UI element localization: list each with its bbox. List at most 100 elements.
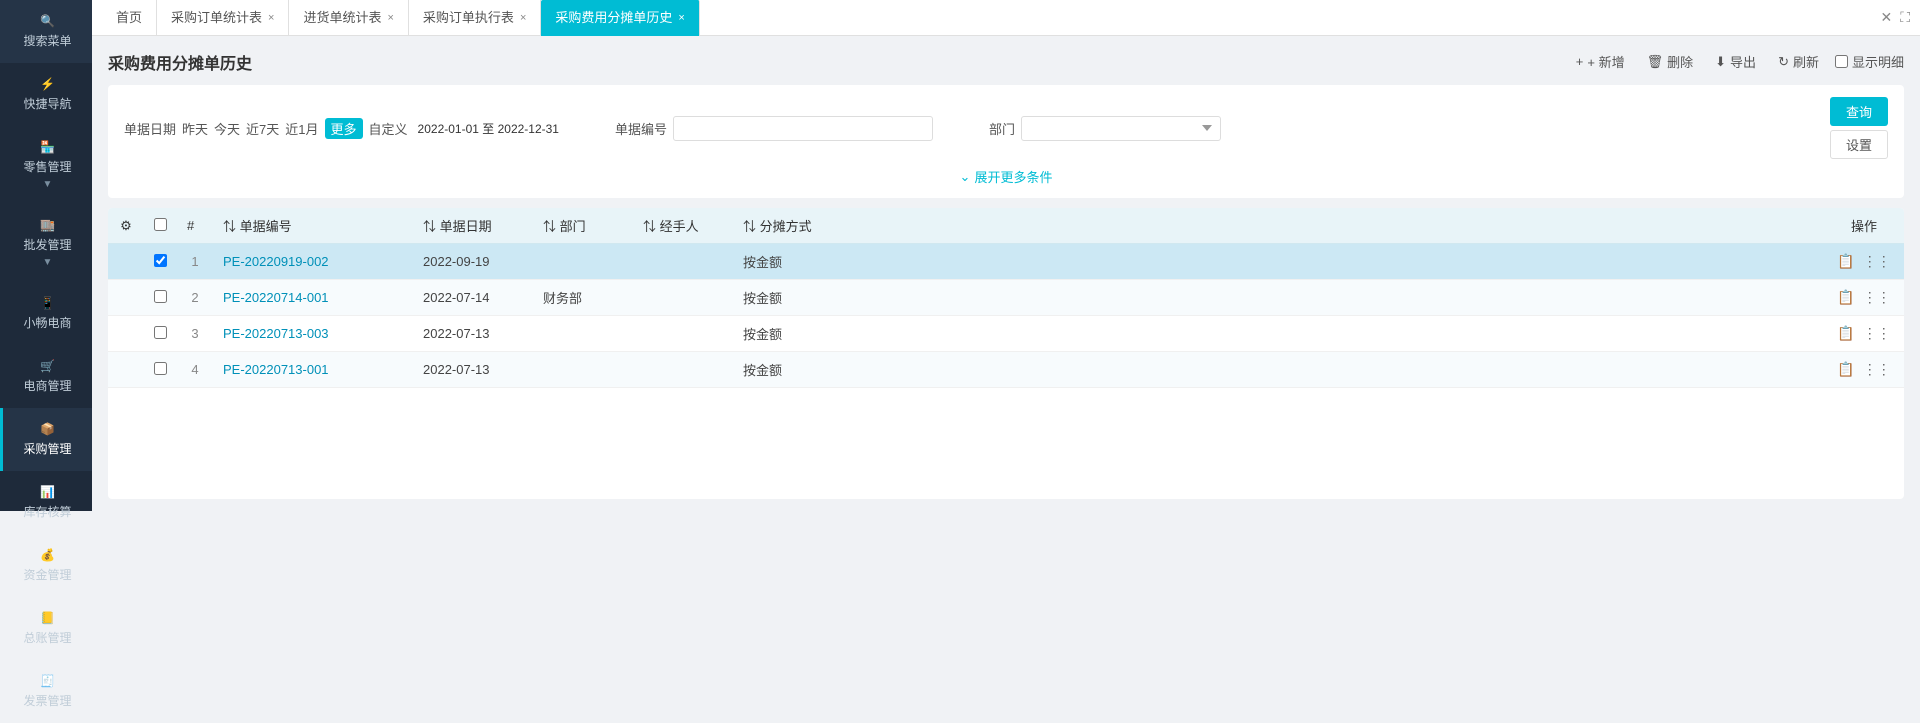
row-4-checkbox[interactable] — [154, 362, 167, 375]
row-3-checkbox[interactable] — [154, 326, 167, 339]
expand-button[interactable]: ⌄ 展开更多条件 — [960, 167, 1053, 186]
row-2-date: 2022-07-14 — [413, 280, 533, 316]
row-2-dept: 财务部 — [533, 280, 633, 316]
query-button[interactable]: 查询 — [1830, 97, 1888, 126]
filter-row-expand: ⌄ 展开更多条件 — [124, 167, 1888, 186]
row-3-num: 3 — [177, 316, 213, 352]
refresh-button[interactable]: ↻ 刷新 — [1772, 48, 1825, 75]
th-doc-no[interactable]: ⇅ 单据编号 — [213, 208, 413, 244]
row-3-doc-link[interactable]: PE-20220713-003 — [223, 326, 329, 341]
sort-icon-date: ⇅ — [423, 219, 436, 234]
date-shortcut-yesterday[interactable]: 昨天 — [182, 119, 208, 138]
close-tab-4[interactable]: × — [678, 0, 684, 36]
row-3-more-icon[interactable]: ⋮⋮ — [1863, 325, 1891, 342]
header-actions: + + 新增 🗑 删除 ⬇ 导出 ↻ 刷新 显示明细 — [1570, 48, 1904, 75]
row-1-edit-icon[interactable]: 📋 — [1837, 253, 1854, 270]
query-setting-area: 查询 设置 — [1830, 97, 1888, 159]
close-window-icon[interactable]: ✕ — [1880, 9, 1892, 26]
date-shortcut-custom[interactable]: 自定义 — [369, 119, 408, 138]
tab-home[interactable]: 首页 — [102, 0, 157, 36]
settings-button[interactable]: 设置 — [1830, 130, 1888, 159]
date-shortcuts: 昨天 今天 近7天 近1月 更多 自定义 — [182, 118, 408, 139]
sort-icon-doc: ⇅ — [223, 219, 236, 234]
close-tab-3[interactable]: × — [520, 0, 526, 36]
row-1-more-icon[interactable]: ⋮⋮ — [1863, 253, 1891, 270]
tab-purchase-exec[interactable]: 采购订单执行表 × — [409, 0, 541, 36]
show-columns-input[interactable] — [1835, 55, 1848, 68]
add-button[interactable]: + + 新增 — [1570, 48, 1631, 75]
row-1-date: 2022-09-19 — [413, 244, 533, 280]
filter-dept: 部门 财务部 — [989, 116, 1221, 141]
row-2-more-icon[interactable]: ⋮⋮ — [1863, 289, 1891, 306]
row-1-method: 按金额 — [733, 244, 1824, 280]
dept-label: 部门 — [989, 119, 1015, 138]
tab-inbound-stats[interactable]: 进货单统计表 × — [289, 0, 408, 36]
row-2-method: 按金额 — [733, 280, 1824, 316]
row-2-handler — [633, 280, 733, 316]
table-row: 4 PE-20220713-001 2022-07-13 按金额 📋 ⋮⋮ — [108, 352, 1904, 388]
close-tab-2[interactable]: × — [387, 0, 393, 36]
sidebar-item-ecom-small[interactable]: 📱 小畅电商 — [0, 282, 92, 345]
row-4-num: 4 — [177, 352, 213, 388]
th-date[interactable]: ⇅ 单据日期 — [413, 208, 533, 244]
row-1-handler — [633, 244, 733, 280]
sidebar-item-search[interactable]: 🔍 搜索菜单 — [0, 0, 92, 63]
table-row: 3 PE-20220713-003 2022-07-13 按金额 📋 ⋮⋮ — [108, 316, 1904, 352]
sidebar-item-inventory[interactable]: 📊 库存核算 — [0, 471, 92, 534]
sidebar-item-nav[interactable]: ⚡ 快捷导航 — [0, 63, 92, 126]
sidebar: 🔍 搜索菜单 ⚡ 快捷导航 🏪 零售管理 ▼ 🏬 批发管理 ▼ 📱 小畅电商 🛒… — [0, 0, 92, 511]
close-tab-1[interactable]: × — [268, 0, 274, 36]
date-shortcut-1month[interactable]: 近1月 — [285, 119, 318, 138]
row-4-edit-icon[interactable]: 📋 — [1837, 361, 1854, 378]
row-2-num: 2 — [177, 280, 213, 316]
th-dept[interactable]: ⇅ 部门 — [533, 208, 633, 244]
maximize-icon[interactable]: ⛶ — [1900, 9, 1910, 26]
sort-icon-method: ⇅ — [743, 219, 756, 234]
th-handler[interactable]: ⇅ 经手人 — [633, 208, 733, 244]
row-1-checkbox[interactable] — [154, 254, 167, 267]
sidebar-item-purchase[interactable]: 📦 采购管理 — [0, 408, 92, 471]
row-2-edit-icon[interactable]: 📋 — [1837, 289, 1854, 306]
date-shortcut-today[interactable]: 今天 — [214, 119, 240, 138]
th-check — [144, 208, 177, 244]
dept-select[interactable]: 财务部 — [1021, 116, 1221, 141]
show-columns-checkbox[interactable]: 显示明细 — [1835, 52, 1904, 71]
row-1-doc-link[interactable]: PE-20220919-002 — [223, 254, 329, 269]
row-4-doc-link[interactable]: PE-20220713-001 — [223, 362, 329, 377]
purchase-icon: 📦 — [40, 422, 55, 436]
page-content: 采购费用分摊单历史 + + 新增 🗑 删除 ⬇ 导出 ↻ 刷新 — [92, 36, 1920, 511]
tab-cost-history[interactable]: 采购费用分摊单历史 × — [541, 0, 699, 36]
sidebar-item-ecom[interactable]: 🛒 电商管理 — [0, 345, 92, 408]
delete-icon: 🗑 — [1647, 54, 1664, 70]
row-3-edit-icon[interactable]: 📋 — [1837, 325, 1854, 342]
tab-purchase-order-stats[interactable]: 采购订单统计表 × — [157, 0, 289, 36]
row-3-date: 2022-07-13 — [413, 316, 533, 352]
delete-button[interactable]: 🗑 删除 — [1641, 48, 1700, 75]
search-icon: 🔍 — [40, 14, 55, 28]
doc-no-label: 单据编号 — [615, 119, 667, 138]
sidebar-item-wholesale[interactable]: 🏬 批发管理 ▼ — [0, 204, 92, 282]
retail-icon: 🏪 — [40, 140, 55, 154]
row-3-handler — [633, 316, 733, 352]
date-shortcut-more[interactable]: 更多 — [325, 118, 363, 139]
th-ops: 操作 — [1824, 208, 1904, 244]
th-gear[interactable]: ⚙ — [108, 208, 144, 244]
export-button[interactable]: ⬇ 导出 — [1709, 48, 1762, 75]
row-2-doc-link[interactable]: PE-20220714-001 — [223, 290, 329, 305]
row-4-dept — [533, 352, 633, 388]
row-4-more-icon[interactable]: ⋮⋮ — [1863, 361, 1891, 378]
doc-no-input[interactable] — [673, 116, 933, 141]
sidebar-item-retail[interactable]: 🏪 零售管理 ▼ — [0, 126, 92, 204]
export-icon: ⬇ — [1715, 54, 1726, 70]
sidebar-item-invoice[interactable]: 🧾 发票管理 — [0, 660, 92, 723]
row-3-method: 按金额 — [733, 316, 1824, 352]
row-1-num: 1 — [177, 244, 213, 280]
ecom-small-icon: 📱 — [40, 296, 55, 310]
chevron-down-icon: ▼ — [43, 179, 53, 190]
sidebar-item-finance[interactable]: 💰 资金管理 — [0, 534, 92, 597]
sidebar-item-ledger[interactable]: 📒 总账管理 — [0, 597, 92, 660]
select-all-checkbox[interactable] — [154, 218, 167, 231]
th-method[interactable]: ⇅ 分摊方式 — [733, 208, 1824, 244]
date-shortcut-7days[interactable]: 近7天 — [246, 119, 279, 138]
row-2-checkbox[interactable] — [154, 290, 167, 303]
